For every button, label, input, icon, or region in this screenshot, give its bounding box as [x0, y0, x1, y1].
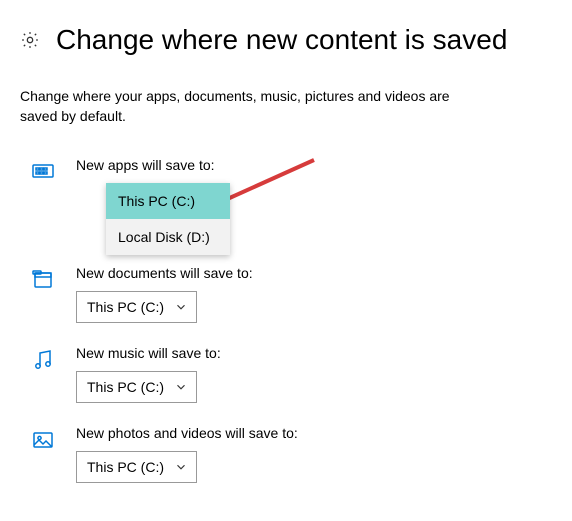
documents-selected-value: This PC (C:): [87, 299, 164, 315]
apps-label: New apps will save to:: [76, 157, 572, 173]
gear-icon: [20, 30, 40, 50]
music-selected-value: This PC (C:): [87, 379, 164, 395]
chevron-down-icon: [174, 380, 188, 394]
section-documents: New documents will save to: This PC (C:): [30, 265, 572, 323]
documents-label: New documents will save to:: [76, 265, 572, 281]
section-music: New music will save to: This PC (C:): [30, 345, 572, 403]
page-header: Change where new content is saved: [0, 0, 572, 56]
music-location-dropdown[interactable]: This PC (C:): [76, 371, 197, 403]
apps-location-dropdown-list[interactable]: This PC (C:) Local Disk (D:): [106, 183, 230, 255]
photos-label: New photos and videos will save to:: [76, 425, 572, 441]
page-title: Change where new content is saved: [56, 24, 507, 56]
chevron-down-icon: [174, 300, 188, 314]
documents-icon: [30, 267, 56, 293]
dropdown-option-local-disk-d[interactable]: Local Disk (D:): [106, 219, 230, 255]
apps-icon: [30, 159, 56, 185]
dropdown-option-this-pc[interactable]: This PC (C:): [106, 183, 230, 219]
page-subtitle: Change where your apps, documents, music…: [0, 56, 470, 127]
music-label: New music will save to:: [76, 345, 572, 361]
photos-location-dropdown[interactable]: This PC (C:): [76, 451, 197, 483]
photos-selected-value: This PC (C:): [87, 459, 164, 475]
photos-icon: [30, 427, 56, 453]
section-photos: New photos and videos will save to: This…: [30, 425, 572, 483]
chevron-down-icon: [174, 460, 188, 474]
section-apps: New apps will save to: This PC (C:) Loca…: [30, 157, 572, 185]
documents-location-dropdown[interactable]: This PC (C:): [76, 291, 197, 323]
music-icon: [30, 347, 56, 373]
settings-list: New apps will save to: This PC (C:) Loca…: [0, 127, 572, 483]
